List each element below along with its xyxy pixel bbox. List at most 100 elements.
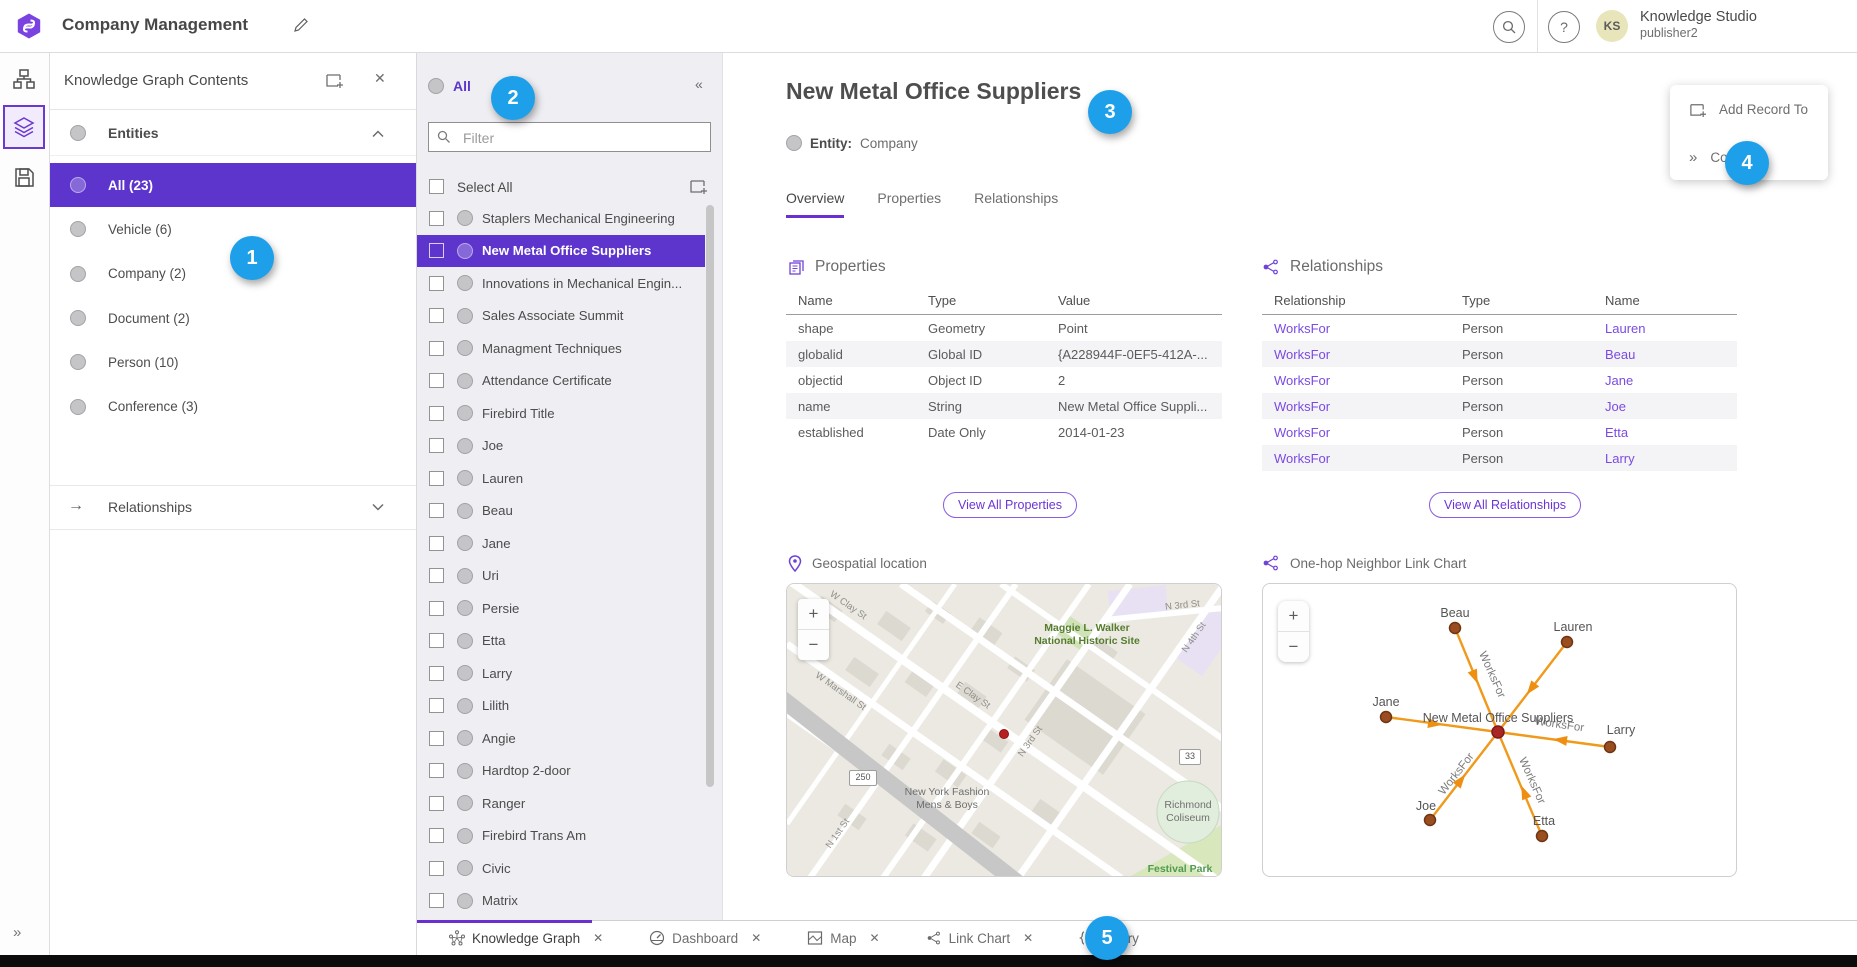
zoom-in-button[interactable]: + — [798, 599, 829, 629]
list-item[interactable]: Civic — [417, 852, 722, 885]
entity-row-person[interactable]: Person (10) — [50, 340, 416, 384]
data-model-icon[interactable] — [12, 67, 36, 91]
relationship-link[interactable]: WorksFor — [1274, 373, 1330, 388]
list-item[interactable]: Attendance Certificate — [417, 365, 722, 398]
tab-overview[interactable]: Overview — [786, 190, 844, 218]
help-icon[interactable]: ? — [1548, 11, 1580, 43]
avatar[interactable]: KS — [1596, 10, 1628, 42]
list-item[interactable]: Lilith — [417, 690, 722, 723]
item-checkbox[interactable] — [429, 211, 444, 226]
entity-row-document[interactable]: Document (2) — [50, 296, 416, 340]
table-row[interactable]: WorksForPersonJane — [1262, 367, 1737, 393]
item-checkbox[interactable] — [429, 796, 444, 811]
search-icon[interactable] — [1493, 11, 1525, 43]
list-item[interactable]: Managment Techniques — [417, 332, 722, 365]
item-checkbox[interactable] — [429, 308, 444, 323]
collapse-panel-icon[interactable]: « — [695, 76, 703, 92]
list-item[interactable]: Larry — [417, 657, 722, 690]
expand-rail-icon[interactable]: » — [13, 924, 21, 941]
user-block[interactable]: Knowledge Studio publisher2 — [1640, 9, 1757, 41]
list-item[interactable]: Sales Associate Summit — [417, 300, 722, 333]
close-tab-icon[interactable]: ✕ — [1023, 931, 1033, 945]
close-tab-icon[interactable]: ✕ — [593, 931, 603, 945]
entity-link[interactable]: Beau — [1605, 347, 1635, 362]
list-item[interactable]: Beau — [417, 495, 722, 528]
tab-relationships[interactable]: Relationships — [974, 190, 1058, 218]
view-tab-knowledge-graph[interactable]: Knowledge Graph ✕ — [426, 921, 626, 955]
item-checkbox[interactable] — [429, 503, 444, 518]
item-checkbox[interactable] — [429, 698, 444, 713]
save-icon[interactable] — [12, 165, 36, 189]
table-row[interactable]: establishedDate Only2014-01-23 — [786, 419, 1222, 445]
group-label[interactable]: All — [453, 78, 471, 94]
list-item[interactable]: Jane — [417, 527, 722, 560]
item-checkbox[interactable] — [429, 828, 444, 843]
table-row[interactable]: nameStringNew Metal Office Suppli... — [786, 393, 1222, 419]
view-tab-dashboard[interactable]: Dashboard ✕ — [626, 921, 784, 955]
entity-link[interactable]: Lauren — [1605, 321, 1645, 336]
view-tab-link-chart[interactable]: Link Chart ✕ — [903, 921, 1057, 955]
item-checkbox[interactable] — [429, 243, 444, 258]
entity-link[interactable]: Etta — [1605, 425, 1628, 440]
geospatial-map[interactable]: + − W Clay St W Marshall St E Clay St N … — [786, 583, 1222, 877]
zoom-out-button[interactable]: − — [798, 629, 829, 660]
list-item[interactable]: Angie — [417, 722, 722, 755]
table-row[interactable]: WorksForPersonJoe — [1262, 393, 1737, 419]
table-row[interactable]: shapeGeometryPoint — [786, 315, 1222, 341]
relationship-link[interactable]: WorksFor — [1274, 347, 1330, 362]
item-checkbox[interactable] — [429, 666, 444, 681]
list-item[interactable]: Persie — [417, 592, 722, 625]
list-item[interactable]: Uri — [417, 560, 722, 593]
list-item[interactable]: Joe — [417, 430, 722, 463]
entities-section-header[interactable]: Entities — [50, 111, 416, 156]
item-checkbox[interactable] — [429, 438, 444, 453]
table-row[interactable]: objectidObject ID2 — [786, 367, 1222, 393]
table-row[interactable]: WorksForPersonBeau — [1262, 341, 1737, 367]
list-item[interactable]: Lauren — [417, 462, 722, 495]
relationship-link[interactable]: WorksFor — [1274, 451, 1330, 466]
list-item-selected[interactable]: New Metal Office Suppliers — [417, 235, 705, 268]
item-checkbox[interactable] — [429, 406, 444, 421]
entity-link[interactable]: Larry — [1605, 451, 1635, 466]
relationship-link[interactable]: WorksFor — [1274, 399, 1330, 414]
relationships-section-header[interactable]: → Relationships — [50, 485, 416, 530]
entity-link[interactable]: Joe — [1605, 399, 1626, 414]
tab-properties[interactable]: Properties — [877, 190, 941, 218]
item-checkbox[interactable] — [429, 341, 444, 356]
item-checkbox[interactable] — [429, 471, 444, 486]
zoom-out-button[interactable]: − — [1278, 631, 1309, 662]
relationship-link[interactable]: WorksFor — [1274, 425, 1330, 440]
item-checkbox[interactable] — [429, 568, 444, 583]
view-all-properties-button[interactable]: View All Properties — [943, 492, 1077, 518]
list-item[interactable]: Etta — [417, 625, 722, 658]
view-tab-map[interactable]: Map ✕ — [784, 921, 902, 955]
item-checkbox[interactable] — [429, 861, 444, 876]
view-all-relationships-button[interactable]: View All Relationships — [1429, 492, 1581, 518]
list-item[interactable]: Matrix — [417, 885, 722, 918]
scrollbar-thumb[interactable] — [706, 205, 714, 787]
filter-input[interactable] — [461, 124, 705, 152]
entity-row-all[interactable]: All (23) — [50, 163, 416, 207]
item-checkbox[interactable] — [429, 731, 444, 746]
one-hop-link-chart[interactable]: WorksFor WorksFor WorksFor WorksFor Beau… — [1262, 583, 1737, 877]
list-item[interactable]: Hardtop 2-door — [417, 755, 722, 788]
entity-link[interactable]: Jane — [1605, 373, 1633, 388]
entity-row-conference[interactable]: Conference (3) — [50, 384, 416, 428]
item-checkbox[interactable] — [429, 373, 444, 388]
list-item[interactable]: Firebird Trans Am — [417, 820, 722, 853]
menu-item-add-record-to[interactable]: Add Record To — [1670, 87, 1828, 131]
list-item[interactable]: Firebird Title — [417, 397, 722, 430]
zoom-in-button[interactable]: + — [1278, 601, 1309, 631]
edit-title-pencil-icon[interactable] — [292, 16, 310, 34]
table-row[interactable]: globalidGlobal ID{A228944F-0EF5-412A-... — [786, 341, 1222, 367]
item-checkbox[interactable] — [429, 763, 444, 778]
list-item[interactable]: Staplers Mechanical Engineering — [417, 202, 722, 235]
table-row[interactable]: WorksForPersonLauren — [1262, 315, 1737, 341]
add-item-icon[interactable] — [325, 71, 343, 89]
item-checkbox[interactable] — [429, 893, 444, 908]
table-row[interactable]: WorksForPersonLarry — [1262, 445, 1737, 471]
table-row[interactable]: WorksForPersonEtta — [1262, 419, 1737, 445]
close-tab-icon[interactable]: ✕ — [870, 931, 880, 945]
list-item[interactable]: Ranger — [417, 787, 722, 820]
add-record-icon[interactable] — [689, 177, 707, 195]
